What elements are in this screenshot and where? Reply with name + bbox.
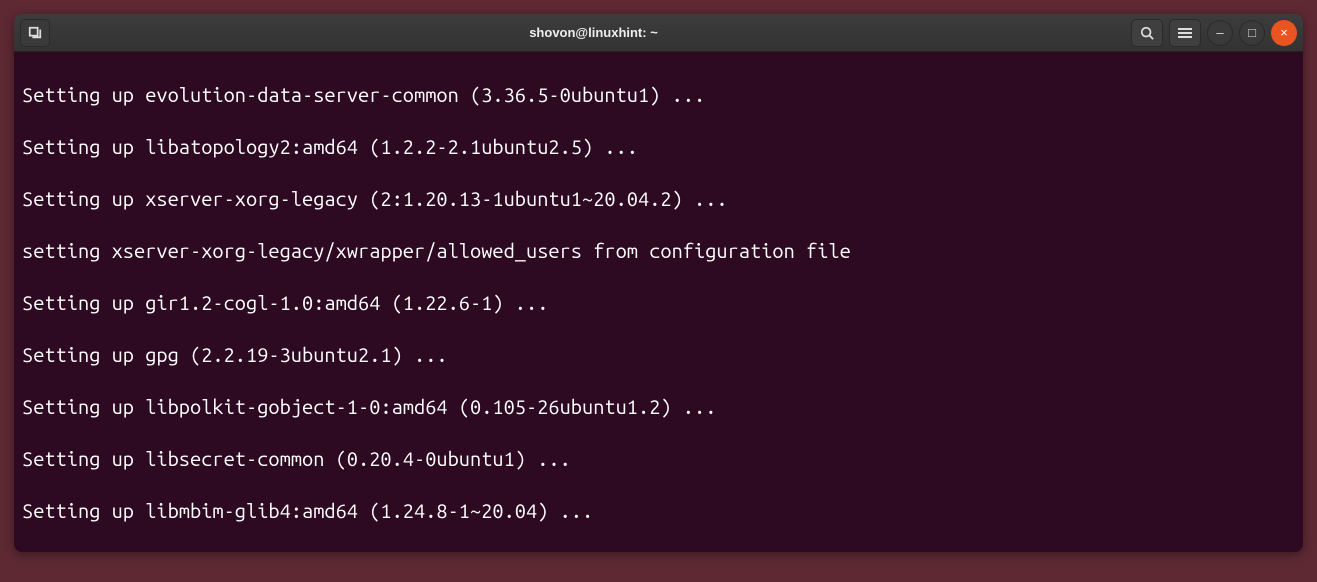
terminal-output[interactable]: Setting up evolution-data-server-common …: [14, 52, 1303, 552]
close-button[interactable]: ×: [1271, 20, 1297, 46]
output-line: Setting up libmbim-glib4:amd64 (1.24.8-1…: [22, 498, 1295, 524]
output-line: Setting up libsecret-common (0.20.4-0ubu…: [22, 446, 1295, 472]
output-line: Setting up gpg (2.2.19-3ubuntu2.1) ...: [22, 342, 1295, 368]
hamburger-icon: [1178, 32, 1192, 34]
titlebar: shovon@linuxhint: ~ – □ ×: [14, 14, 1303, 52]
output-line: Setting up libpolkit-gobject-1-0:amd64 (…: [22, 394, 1295, 420]
menu-button[interactable]: [1169, 19, 1201, 47]
terminal-window: shovon@linuxhint: ~ – □ × Setting up evo…: [14, 14, 1303, 552]
output-line: Setting up xserver-xorg-legacy (2:1.20.1…: [22, 186, 1295, 212]
maximize-button[interactable]: □: [1239, 20, 1265, 46]
output-line: setting xserver-xorg-legacy/xwrapper/all…: [22, 238, 1295, 264]
output-line: Setting up libatopology2:amd64 (1.2.2-2.…: [22, 134, 1295, 160]
search-button[interactable]: [1131, 19, 1163, 47]
output-line: Setting up gir1.2-cogl-1.0:amd64 (1.22.6…: [22, 290, 1295, 316]
output-line: Setting up evolution-data-server-common …: [22, 82, 1295, 108]
new-tab-button[interactable]: [20, 19, 50, 47]
minimize-button[interactable]: –: [1207, 20, 1233, 46]
window-title: shovon@linuxhint: ~: [56, 25, 1131, 40]
output-line: Setting up libprocps8:amd64 (2:3.3.16-1u…: [22, 550, 1295, 552]
